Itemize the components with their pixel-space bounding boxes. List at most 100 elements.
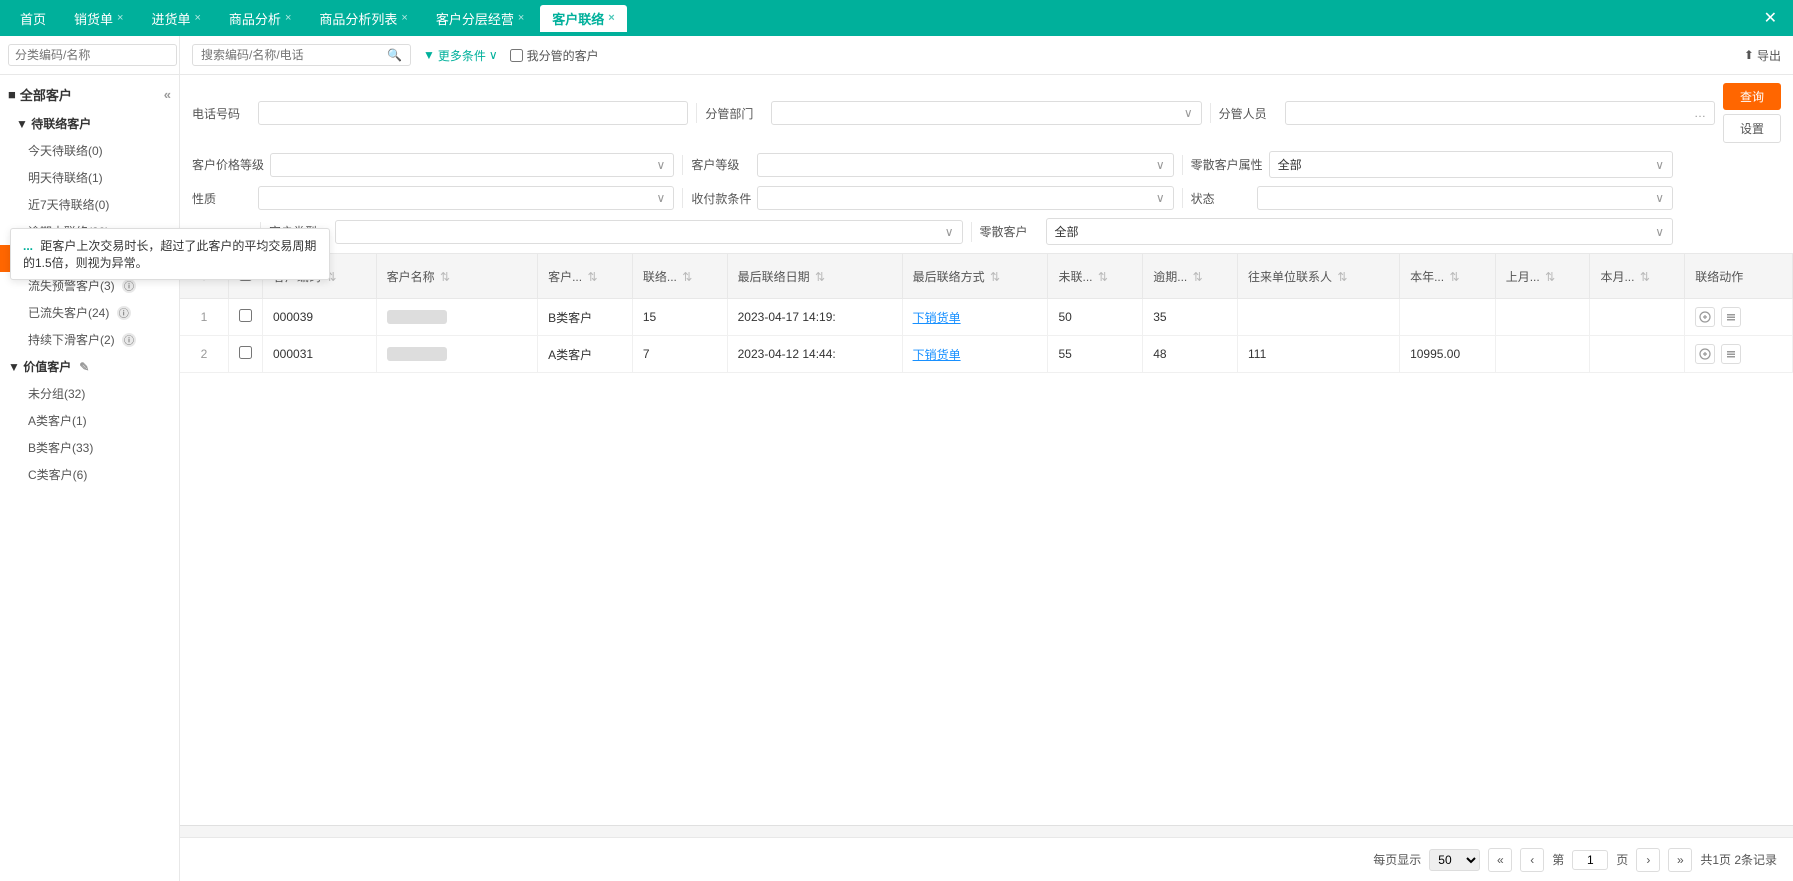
sidebar-item-class-c[interactable]: C类客户(6) <box>0 461 179 488</box>
declining-info-icon[interactable]: ⓘ <box>122 333 136 347</box>
tab-customer-tier[interactable]: 客户分层经营 × <box>424 5 536 32</box>
first-page-button[interactable]: « <box>1488 848 1512 872</box>
department-select[interactable]: ∨ <box>771 101 1201 125</box>
customer-level-select[interactable]: ∨ <box>757 153 1173 177</box>
row-checkbox[interactable] <box>239 309 252 322</box>
tab-customer-contact[interactable]: 客户联络 × <box>540 5 626 32</box>
tab-purchase[interactable]: 进货单 × <box>139 5 212 32</box>
cell-last-contact-date: 2023-04-17 14:19: <box>727 299 902 336</box>
cell-code: 000039 <box>263 299 377 336</box>
manager-label: 分管人员 <box>1219 105 1279 122</box>
filter-row-2: 客户价格等级 ∨ 客户等级 ∨ 零散客户属性 <box>192 151 1781 178</box>
th-last-month: 上月... ⇅ <box>1495 254 1590 299</box>
nature-select[interactable]: ∨ <box>258 186 674 210</box>
sort-overdue-icon[interactable]: ⇅ <box>1193 270 1203 284</box>
sidebar-item-class-b[interactable]: B类客户(33) <box>0 434 179 461</box>
horizontal-scrollbar[interactable] <box>180 825 1793 837</box>
query-button[interactable]: 查询 <box>1723 83 1781 110</box>
th-overdue: 逾期... ⇅ <box>1143 254 1238 299</box>
payment-select[interactable]: ∨ <box>757 186 1173 210</box>
pending-contact-group[interactable]: ▼ 待联络客户 <box>0 110 179 137</box>
sidebar-item-already-lost[interactable]: 已流失客户(24) ⓘ <box>0 299 179 326</box>
status-select[interactable]: ∨ <box>1257 186 1673 210</box>
filter-more-conditions[interactable]: ▼ 更多条件 ∨ <box>423 47 498 64</box>
close-all-tabs[interactable]: ✕ <box>1756 8 1785 28</box>
sidebar-item-class-a[interactable]: A类客户(1) <box>0 407 179 434</box>
sidebar-search-input[interactable] <box>8 44 177 66</box>
manager-select[interactable]: … <box>1285 101 1715 125</box>
contact-icon[interactable] <box>1695 307 1715 327</box>
close-sales-tab[interactable]: × <box>117 12 123 24</box>
retail-attr-label: 零散客户属性 <box>1191 156 1263 173</box>
customer-name-blurred <box>387 310 447 324</box>
value-customer-edit-icon[interactable]: ✎ <box>79 360 89 374</box>
more-action-icon[interactable] <box>1721 344 1741 364</box>
sidebar-item-declining[interactable]: 持续下滑客户(2) ⓘ <box>0 326 179 353</box>
cell-last-contact-date: 2023-04-12 14:44: <box>727 336 902 373</box>
row-checkbox[interactable] <box>239 346 252 359</box>
sort-contact-person-icon[interactable]: ⇅ <box>1337 270 1347 284</box>
retail-attr-select[interactable]: 全部 ∨ <box>1269 151 1673 178</box>
close-analysis-tab[interactable]: × <box>285 12 291 24</box>
phone-input[interactable] <box>258 101 688 125</box>
close-analysis-list-tab[interactable]: × <box>401 12 407 24</box>
filter-field-retail-attr: 零散客户属性 全部 ∨ <box>1191 151 1673 178</box>
tab-analysis[interactable]: 商品分析 × <box>217 5 303 32</box>
close-customer-contact-tab[interactable]: × <box>608 12 614 24</box>
sidebar-item-7days[interactable]: 近7天待联络(0) <box>0 191 179 218</box>
last-contact-method-link[interactable]: 下销货单 <box>913 311 961 325</box>
retail-customer-select[interactable]: 全部 ∨ <box>1046 218 1674 245</box>
tab-analysis-list[interactable]: 商品分析列表 × <box>307 5 419 32</box>
sort-contact-count-icon[interactable]: ⇅ <box>682 270 692 284</box>
contact-icon[interactable] <box>1695 344 1715 364</box>
sidebar-item-ungrouped[interactable]: 未分组(32) <box>0 380 179 407</box>
divider-1 <box>696 103 697 123</box>
sidebar-item-tomorrow[interactable]: 明天待联络(1) <box>0 164 179 191</box>
page-size-select[interactable]: 50 100 200 <box>1429 849 1480 871</box>
cell-last-month <box>1495 336 1590 373</box>
export-button[interactable]: ⬆ 导出 <box>1744 47 1781 64</box>
my-customers-checkbox[interactable]: 我分管的客户 <box>510 47 599 64</box>
sort-last-month-icon[interactable]: ⇅ <box>1545 270 1555 284</box>
sidebar-collapse-button[interactable]: « <box>164 87 171 102</box>
more-action-icon[interactable] <box>1721 307 1741 327</box>
divider-3 <box>682 155 683 175</box>
value-customer-group[interactable]: ▼ 价值客户 ✎ <box>0 353 179 380</box>
sort-this-year-icon[interactable]: ⇅ <box>1449 270 1459 284</box>
filter-search-input[interactable] <box>201 48 381 62</box>
my-customers-check[interactable] <box>510 49 523 62</box>
prev-page-button[interactable]: ‹ <box>1520 848 1544 872</box>
filter-row-3: 性质 ∨ 收付款条件 ∨ 状态 <box>192 186 1781 210</box>
customer-type-select[interactable]: ∨ <box>335 220 963 244</box>
phone-label: 电话号码 <box>192 105 252 122</box>
sort-name-icon[interactable]: ⇅ <box>440 270 450 284</box>
lost-predicted-info-icon[interactable]: ⓘ <box>122 279 136 293</box>
last-contact-method-link[interactable]: 下销货单 <box>913 348 961 362</box>
row-checkbox-cell <box>229 299 263 336</box>
already-lost-info-icon[interactable]: ⓘ <box>117 306 131 320</box>
sort-last-contact-date-icon[interactable]: ⇅ <box>815 270 825 284</box>
next-page-button[interactable]: › <box>1636 848 1660 872</box>
close-customer-tier-tab[interactable]: × <box>518 12 524 24</box>
th-uncontacted: 未联... ⇅ <box>1048 254 1143 299</box>
sort-this-month-icon[interactable]: ⇅ <box>1640 270 1650 284</box>
tab-home[interactable]: 首页 <box>8 5 58 32</box>
divider-8 <box>971 222 972 242</box>
cell-contact-count: 7 <box>632 336 727 373</box>
price-level-select[interactable]: ∨ <box>270 153 674 177</box>
content-area: 🔍 ▼ 更多条件 ∨ 我分管的客户 ⬆ 导出 电话号码 <box>180 36 1793 881</box>
all-customers-section[interactable]: ■ 全部客户 « <box>0 79 179 110</box>
sort-category-icon[interactable]: ⇅ <box>587 270 597 284</box>
last-page-button[interactable]: » <box>1668 848 1692 872</box>
sidebar-item-today[interactable]: 今天待联络(0) <box>0 137 179 164</box>
sort-uncontacted-icon[interactable]: ⇅ <box>1098 270 1108 284</box>
department-label: 分管部门 <box>705 105 765 122</box>
th-action: 联络动作 <box>1685 254 1793 299</box>
tab-sales[interactable]: 销货单 × <box>62 5 135 32</box>
sort-last-contact-method-icon[interactable]: ⇅ <box>990 270 1000 284</box>
filter-search-icon[interactable]: 🔍 <box>387 48 402 62</box>
data-table-area: ⚙ 客户编码 ⇅ 客户名称 ⇅ <box>180 254 1793 825</box>
settings-button[interactable]: 设置 <box>1723 114 1781 143</box>
page-number-input[interactable] <box>1572 850 1608 870</box>
close-purchase-tab[interactable]: × <box>194 12 200 24</box>
